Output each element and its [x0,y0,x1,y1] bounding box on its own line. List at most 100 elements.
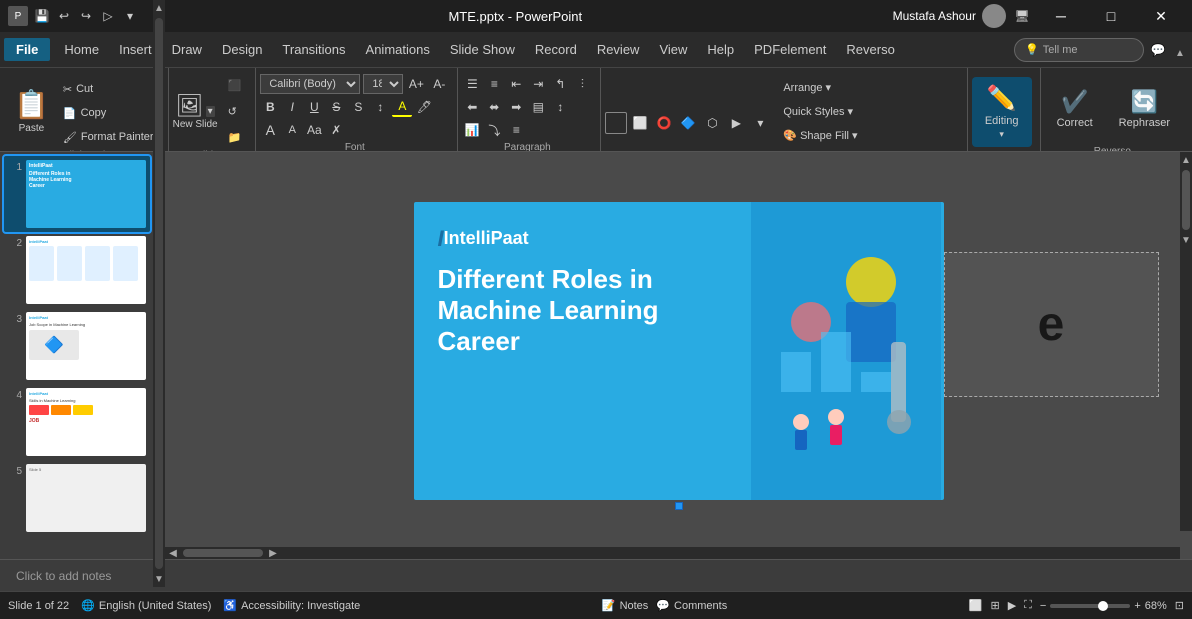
vscroll-thumb[interactable] [1182,170,1190,230]
menu-design[interactable]: Design [212,38,272,61]
shape-5[interactable]: ⬡ [701,112,723,134]
columns-button[interactable]: ⫶ [572,74,592,94]
highlight-button[interactable]: 🖊 [414,97,434,117]
zoom-in-button[interactable]: + [1134,600,1140,612]
hscroll-thumb[interactable] [183,549,263,557]
editing-button[interactable]: ✏️ Editing ▾ [972,77,1032,147]
fit-slide-button[interactable]: ⊡ [1175,599,1184,612]
quick-styles-button[interactable]: Quick Styles ▾ [777,100,867,122]
accessibility-status[interactable]: ♿ Accessibility: Investigate [223,599,360,612]
menu-help[interactable]: Help [697,38,744,61]
reset-button[interactable]: ↺ [222,100,248,122]
arrange-button[interactable]: Arrange ▾ [777,76,867,98]
user-section[interactable]: Mustafa Ashour [893,4,1006,28]
font-size-select[interactable]: 18 [363,74,403,94]
menu-draw[interactable]: Draw [162,38,212,61]
notes-button[interactable]: 📝 Notes [602,599,648,612]
indent-less-button[interactable]: ⇤ [506,74,526,94]
close-button[interactable]: ✕ [1138,0,1184,32]
align-center-button[interactable]: ⬌ [484,97,504,117]
decrease-font-button[interactable]: A- [429,74,449,94]
correct-button[interactable]: ✔️ Correct [1045,74,1105,144]
copy-button[interactable]: 📄 Copy [57,102,160,124]
menu-view[interactable]: View [649,38,697,61]
comments-button[interactable]: 💬 Comments [656,599,727,612]
rephraser-button[interactable]: 🔄 Rephraser [1109,74,1180,144]
section-button[interactable]: 📁 [222,126,248,148]
shape-2[interactable]: ⬜ [629,112,651,134]
redo-icon[interactable]: ↪ [78,8,94,24]
view-reading-button[interactable]: ▶ [1008,599,1016,612]
collapse-ribbon-btn[interactable]: ▲ [1172,46,1188,62]
justify-button[interactable]: ▤ [528,97,548,117]
main-slide[interactable]: I IntelliPaat Different Roles in Machine… [414,202,944,500]
shape-arrange[interactable]: ▾ [749,112,771,134]
panel-scrollbar-thumb[interactable] [155,152,163,559]
shape-1[interactable] [605,112,627,134]
cut-button[interactable]: ✂ Cut [57,78,160,100]
convert-smartart-button[interactable]: 📊 [462,120,482,140]
indent-more-button[interactable]: ⇥ [528,74,548,94]
comments-icon[interactable]: 💬 [1150,42,1166,58]
menu-file[interactable]: File [4,38,50,61]
rtl-button[interactable]: ↰ [550,74,570,94]
more-icon[interactable]: ▾ [122,8,138,24]
maximize-button[interactable]: □ [1088,0,1134,32]
save-icon[interactable]: 💾 [34,8,50,24]
notes-bar[interactable]: Click to add notes [0,559,1192,591]
present-icon[interactable]: ▷ [100,8,116,24]
text-box-overlay[interactable]: e [944,252,1159,397]
font-color-button[interactable]: A [392,97,412,117]
menu-slideshow[interactable]: Slide Show [440,38,525,61]
line-spacing-button[interactable]: ↕ [550,97,570,117]
paste-button[interactable]: 📋 Paste [8,82,55,140]
view-outline-button[interactable]: ⊞ [990,599,999,612]
slide-thumb-2[interactable]: 2 IntelliPaat [4,232,150,308]
shape-4[interactable]: 🔷 [677,112,699,134]
menu-review[interactable]: Review [587,38,650,61]
zoom-out-button[interactable]: − [1040,600,1046,612]
menu-reverso[interactable]: Reverso [836,38,904,61]
shape-6[interactable]: ▶ [725,112,747,134]
menu-pdfelement[interactable]: PDFelement [744,38,836,61]
font-size-a-button[interactable]: A [260,120,280,140]
strikethrough-button[interactable]: S [326,97,346,117]
slide-thumb-1[interactable]: 1 IntelliPaat Different Roles inMachine … [4,156,150,232]
format-painter-button[interactable]: 🖌 Format Painter [57,126,160,148]
slide-thumb-4[interactable]: 4 IntelliPaat Skills in Machine Learning… [4,384,150,460]
new-slide-button[interactable]: 🖼 ▾ New Slide [173,93,218,130]
menu-transitions[interactable]: Transitions [272,38,355,61]
spacing-button[interactable]: ↕ [370,97,390,117]
canvas-hscrollbar[interactable]: ◀ ▶ [165,547,1180,559]
canvas-vscrollbar[interactable]: ▲ ▼ [1180,152,1192,531]
menu-record[interactable]: Record [525,38,587,61]
bold-button[interactable]: B [260,97,280,117]
slide-thumb-5[interactable]: 5 Slide 5 [4,460,150,536]
language-status[interactable]: 🌐 English (United States) [81,599,211,612]
increase-font-button[interactable]: A+ [406,74,426,94]
menu-animations[interactable]: Animations [356,38,440,61]
numbering-button[interactable]: ≡ [484,74,504,94]
layout-button[interactable]: ⬛ [222,74,248,96]
view-normal-button[interactable]: ⬜ [969,599,983,612]
clear-format-button[interactable]: ✗ [326,120,346,140]
align-text-button[interactable]: ≡ [506,120,526,140]
slide-thumb-3[interactable]: 3 IntelliPaat Job Scope in Machine Learn… [4,308,150,384]
zoom-slider[interactable] [1050,604,1130,608]
hscroll-left[interactable]: ◀ [165,547,181,559]
shape-fill-button[interactable]: 🎨 Shape Fill ▾ [777,124,867,146]
shadow-button[interactable]: S [348,97,368,117]
font-size-aa-button[interactable]: A [282,120,302,140]
font-family-select[interactable]: Calibri (Body) [260,74,360,94]
minimize-button[interactable]: ─ [1038,0,1084,32]
underline-button[interactable]: U [304,97,324,117]
vscroll-up[interactable]: ▲ [1180,152,1192,168]
zoom-level[interactable]: 68% [1145,600,1167,612]
text-direction-button[interactable]: ⤵ [484,120,504,140]
undo-icon[interactable]: ↩ [56,8,72,24]
menu-home[interactable]: Home [54,38,109,61]
italic-button[interactable]: I [282,97,302,117]
align-left-button[interactable]: ⬅ [462,97,482,117]
bullets-button[interactable]: ☰ [462,74,482,94]
view-slideshow-button[interactable]: ⛶ [1024,599,1032,612]
